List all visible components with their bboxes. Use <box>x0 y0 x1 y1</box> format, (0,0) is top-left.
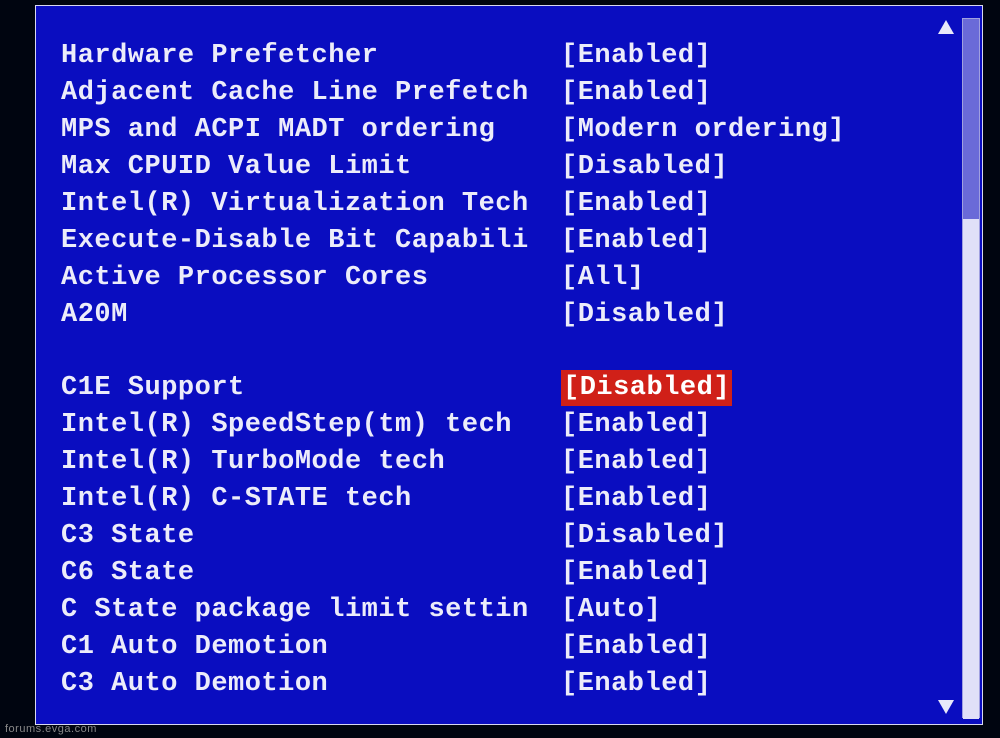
setting-value[interactable]: [All] <box>561 260 645 296</box>
scroll-up-icon[interactable] <box>938 20 954 34</box>
setting-label: MPS and ACPI MADT ordering <box>61 112 561 148</box>
setting-value[interactable]: [Enabled] <box>561 666 711 702</box>
setting-row-execute-disable[interactable]: Execute-Disable Bit Capabili [Enabled] <box>61 223 941 259</box>
setting-value[interactable]: [Enabled] <box>561 223 711 259</box>
setting-row-active-cores[interactable]: Active Processor Cores [All] <box>61 260 941 296</box>
setting-row-c3-state[interactable]: C3 State [Disabled] <box>61 518 941 554</box>
setting-row-intel-virtualization[interactable]: Intel(R) Virtualization Tech [Enabled] <box>61 186 941 222</box>
setting-row-speedstep[interactable]: Intel(R) SpeedStep(tm) tech [Enabled] <box>61 407 941 443</box>
scrollbar-thumb[interactable] <box>963 219 979 719</box>
setting-value[interactable]: [Disabled] <box>561 149 728 185</box>
bios-panel: Hardware Prefetcher [Enabled] Adjacent C… <box>35 5 983 725</box>
setting-label: C State package limit settin <box>61 592 561 628</box>
setting-label: A20M <box>61 297 561 333</box>
setting-row-max-cpuid[interactable]: Max CPUID Value Limit [Disabled] <box>61 149 941 185</box>
setting-row-hardware-prefetcher[interactable]: Hardware Prefetcher [Enabled] <box>61 38 941 74</box>
setting-row-adjacent-cache[interactable]: Adjacent Cache Line Prefetch [Enabled] <box>61 75 941 111</box>
setting-row-c6-state[interactable]: C6 State [Enabled] <box>61 555 941 591</box>
setting-row-turbomode[interactable]: Intel(R) TurboMode tech [Enabled] <box>61 444 941 480</box>
setting-label: Intel(R) C-STATE tech <box>61 481 561 517</box>
setting-row-mps-acpi[interactable]: MPS and ACPI MADT ordering [Modern order… <box>61 112 941 148</box>
setting-value[interactable]: [Enabled] <box>561 407 711 443</box>
scroll-down-icon[interactable] <box>938 700 954 714</box>
setting-label: Active Processor Cores <box>61 260 561 296</box>
setting-row-cstate-package-limit[interactable]: C State package limit settin [Auto] <box>61 592 941 628</box>
setting-row-cstate[interactable]: Intel(R) C-STATE tech [Enabled] <box>61 481 941 517</box>
setting-value[interactable]: [Enabled] <box>561 555 711 591</box>
setting-label: Intel(R) SpeedStep(tm) tech <box>61 407 561 443</box>
setting-label: C3 Auto Demotion <box>61 666 561 702</box>
setting-label: Execute-Disable Bit Capabili <box>61 223 561 259</box>
setting-value[interactable]: [Enabled] <box>561 629 711 665</box>
setting-value[interactable]: [Modern ordering] <box>561 112 845 148</box>
setting-value[interactable]: [Enabled] <box>561 38 711 74</box>
setting-label: Hardware Prefetcher <box>61 38 561 74</box>
setting-value[interactable]: [Auto] <box>561 592 661 628</box>
setting-row-c1e-support[interactable]: C1E Support [Disabled] <box>61 370 941 406</box>
setting-label: Adjacent Cache Line Prefetch <box>61 75 561 111</box>
setting-value[interactable]: [Enabled] <box>561 481 711 517</box>
setting-label: C3 State <box>61 518 561 554</box>
setting-value[interactable]: [Enabled] <box>561 186 711 222</box>
setting-row-c1-auto-demotion[interactable]: C1 Auto Demotion [Enabled] <box>61 629 941 665</box>
section-spacer <box>61 334 941 370</box>
setting-value[interactable]: [Disabled] <box>561 518 728 554</box>
setting-row-c3-auto-demotion[interactable]: C3 Auto Demotion [Enabled] <box>61 666 941 702</box>
setting-label: Intel(R) Virtualization Tech <box>61 186 561 222</box>
setting-label: Intel(R) TurboMode tech <box>61 444 561 480</box>
setting-label: C6 State <box>61 555 561 591</box>
setting-value[interactable]: [Disabled] <box>561 297 728 333</box>
scrollbar-track[interactable] <box>962 18 980 718</box>
setting-value[interactable]: [Enabled] <box>561 75 711 111</box>
setting-label: Max CPUID Value Limit <box>61 149 561 185</box>
setting-label: C1 Auto Demotion <box>61 629 561 665</box>
setting-row-a20m[interactable]: A20M [Disabled] <box>61 297 941 333</box>
setting-value-selected[interactable]: [Disabled] <box>561 370 732 406</box>
bios-settings-list: Hardware Prefetcher [Enabled] Adjacent C… <box>61 38 941 718</box>
setting-value[interactable]: [Enabled] <box>561 444 711 480</box>
setting-label: C1E Support <box>61 370 561 406</box>
watermark-text: forums.evga.com <box>5 723 97 735</box>
